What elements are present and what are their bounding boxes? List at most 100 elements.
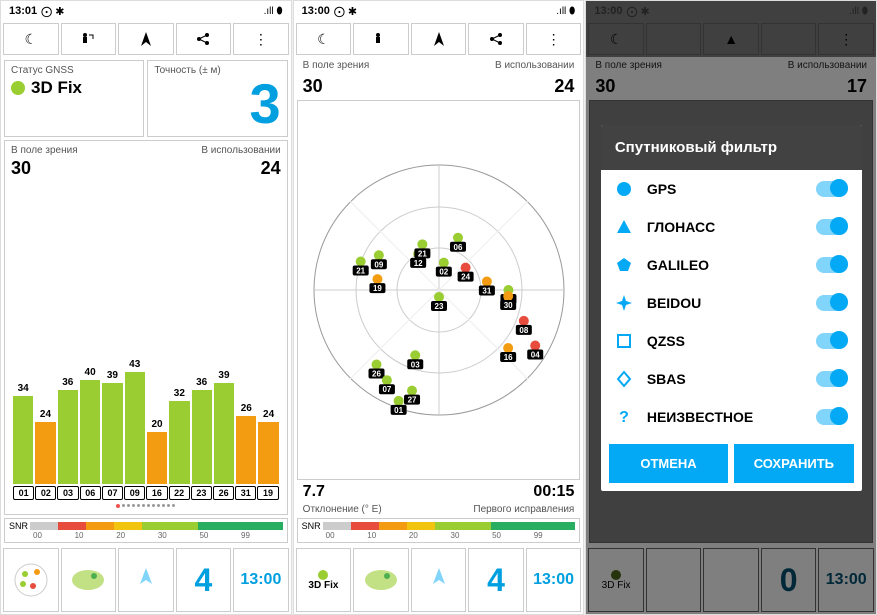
inview-value: 30 xyxy=(303,76,323,97)
tab-status[interactable]: 3D Fix xyxy=(296,548,352,612)
menu-button[interactable]: ⋮ xyxy=(526,23,582,55)
inview-label: В поле зрения xyxy=(303,60,370,71)
bar: 26 xyxy=(236,403,256,484)
filter-item-gps[interactable]: GPS xyxy=(601,170,862,208)
tab-compass[interactable] xyxy=(118,548,174,612)
filter-list: GPS ГЛОНАСС GALILEO BEIDOUQZSSSBAS?НЕИЗВЕСТ… xyxy=(601,170,862,436)
svg-text:03: 03 xyxy=(410,360,419,369)
share-button[interactable] xyxy=(176,23,232,55)
svg-text:16: 16 xyxy=(503,353,512,362)
filter-item-qzss[interactable]: QZSS xyxy=(601,322,862,360)
bottom-tabs: 4 13:00 xyxy=(1,546,291,614)
diamond-icon xyxy=(615,370,633,388)
svg-text:26: 26 xyxy=(372,369,381,378)
snr-legend-card: SNR 001020305099 xyxy=(297,518,581,543)
satellites-card: В поле зрения В использовании 30 24 3424… xyxy=(4,140,288,515)
filter-label: GALILEO xyxy=(647,257,802,273)
menu-button[interactable]: ⋮ xyxy=(233,23,289,55)
svg-text:12: 12 xyxy=(413,259,422,268)
filter-item-неизвестное[interactable]: ?НЕИЗВЕСТНОЕ xyxy=(601,398,862,436)
modal-overlay[interactable]: Спутниковый фильтр GPS ГЛОНАСС GALILEO BEID… xyxy=(586,1,876,614)
filter-label: GPS xyxy=(647,181,802,197)
bar-tick: 26 xyxy=(213,486,234,500)
toggle-switch[interactable] xyxy=(816,181,848,197)
status-icons: .ıll ⬮ xyxy=(264,6,283,17)
bar: 32 xyxy=(169,388,189,484)
svg-text:08: 08 xyxy=(519,326,528,335)
share-button[interactable] xyxy=(468,23,524,55)
toggle-switch[interactable] xyxy=(816,371,848,387)
clock: 13:01 xyxy=(9,5,37,17)
street-view-button[interactable] xyxy=(61,23,117,55)
svg-text:21: 21 xyxy=(356,266,365,275)
toggle-switch[interactable] xyxy=(816,257,848,273)
svg-text:07: 07 xyxy=(382,385,391,394)
skyplot-svg: 0212211906243121092307300803160426072701 xyxy=(309,160,569,420)
bar-tick: 06 xyxy=(80,486,101,500)
bar: 24 xyxy=(258,409,278,484)
circle-icon xyxy=(615,180,633,198)
accuracy-value: 3 xyxy=(154,76,280,132)
inuse-label: В использовании xyxy=(495,60,574,71)
svg-text:06: 06 xyxy=(453,243,462,252)
snr-scale xyxy=(30,522,283,530)
street-view-button[interactable] xyxy=(353,23,409,55)
inview-value: 30 xyxy=(11,158,31,179)
bar: 39 xyxy=(102,370,122,484)
bar-tick: 22 xyxy=(169,486,190,500)
bar-tick: 01 xyxy=(13,486,34,500)
svg-text:19: 19 xyxy=(372,284,381,293)
svg-text:21: 21 xyxy=(417,249,426,258)
tab-time[interactable]: 13:00 xyxy=(526,548,582,612)
bar-tick: 02 xyxy=(35,486,56,500)
toggle-switch[interactable] xyxy=(816,295,848,311)
tab-map[interactable] xyxy=(353,548,409,612)
filter-label: ГЛОНАСС xyxy=(647,219,802,235)
gnss-status-label: Статус GNSS xyxy=(11,65,137,76)
bottom-tabs: 3D Fix 4 13:00 xyxy=(294,546,584,614)
svg-text:04: 04 xyxy=(530,351,539,360)
ttff-value: 00:15 xyxy=(533,483,574,501)
bar: 43 xyxy=(125,359,145,484)
accuracy-card: Точность (± м) 3 xyxy=(147,60,287,137)
svg-text:27: 27 xyxy=(407,396,416,405)
tab-count[interactable]: 4 xyxy=(176,548,232,612)
bar-axis: 010203060709162223263119 xyxy=(11,484,281,502)
svg-text:31: 31 xyxy=(482,287,491,296)
cancel-button[interactable]: ОТМЕНА xyxy=(609,444,728,483)
inview-label: В поле зрения xyxy=(11,145,78,156)
filter-item-глонасс[interactable]: ГЛОНАСС xyxy=(601,208,862,246)
deviation-value: 7.7 xyxy=(303,483,325,501)
bar: 40 xyxy=(80,367,100,484)
save-button[interactable]: СОХРАНИТЬ xyxy=(734,444,853,483)
tab-map[interactable] xyxy=(61,548,117,612)
bar: 39 xyxy=(214,370,234,484)
night-mode-button[interactable]: ☾ xyxy=(296,23,352,55)
bluetooth-icon: ⨀ ✱ xyxy=(334,5,357,18)
svg-text:02: 02 xyxy=(439,268,448,277)
tab-skyplot[interactable] xyxy=(3,548,59,612)
toggle-switch[interactable] xyxy=(816,219,848,235)
compass-button[interactable] xyxy=(411,23,467,55)
filter-item-sbas[interactable]: SBAS xyxy=(601,360,862,398)
compass-button[interactable] xyxy=(118,23,174,55)
toggle-switch[interactable] xyxy=(816,333,848,349)
toggle-switch[interactable] xyxy=(816,409,848,425)
bar: 34 xyxy=(13,383,33,484)
svg-text:01: 01 xyxy=(394,406,403,415)
bar-tick: 19 xyxy=(257,486,278,500)
filter-item-beidou[interactable]: BEIDOU xyxy=(601,284,862,322)
tab-time[interactable]: 13:00 xyxy=(233,548,289,612)
dialog-title: Спутниковый фильтр xyxy=(601,125,862,170)
toolbar: ☾ ⋮ xyxy=(1,21,291,57)
screen-skyplot: 13:00 ⨀ ✱ .ıll ⬮ ☾ ⋮ В поле зрения В исп… xyxy=(293,0,585,615)
tab-compass[interactable] xyxy=(411,548,467,612)
night-mode-button[interactable]: ☾ xyxy=(3,23,59,55)
inuse-value: 24 xyxy=(554,76,574,97)
ttff-label: Первого исправления xyxy=(473,504,574,515)
filter-label: НЕИЗВЕСТНОЕ xyxy=(647,409,802,425)
filter-item-galileo[interactable]: GALILEO xyxy=(601,246,862,284)
tab-count[interactable]: 4 xyxy=(468,548,524,612)
fix-status: 3D Fix xyxy=(31,78,82,98)
skyplot[interactable]: 0212211906243121092307300803160426072701 xyxy=(297,100,581,480)
